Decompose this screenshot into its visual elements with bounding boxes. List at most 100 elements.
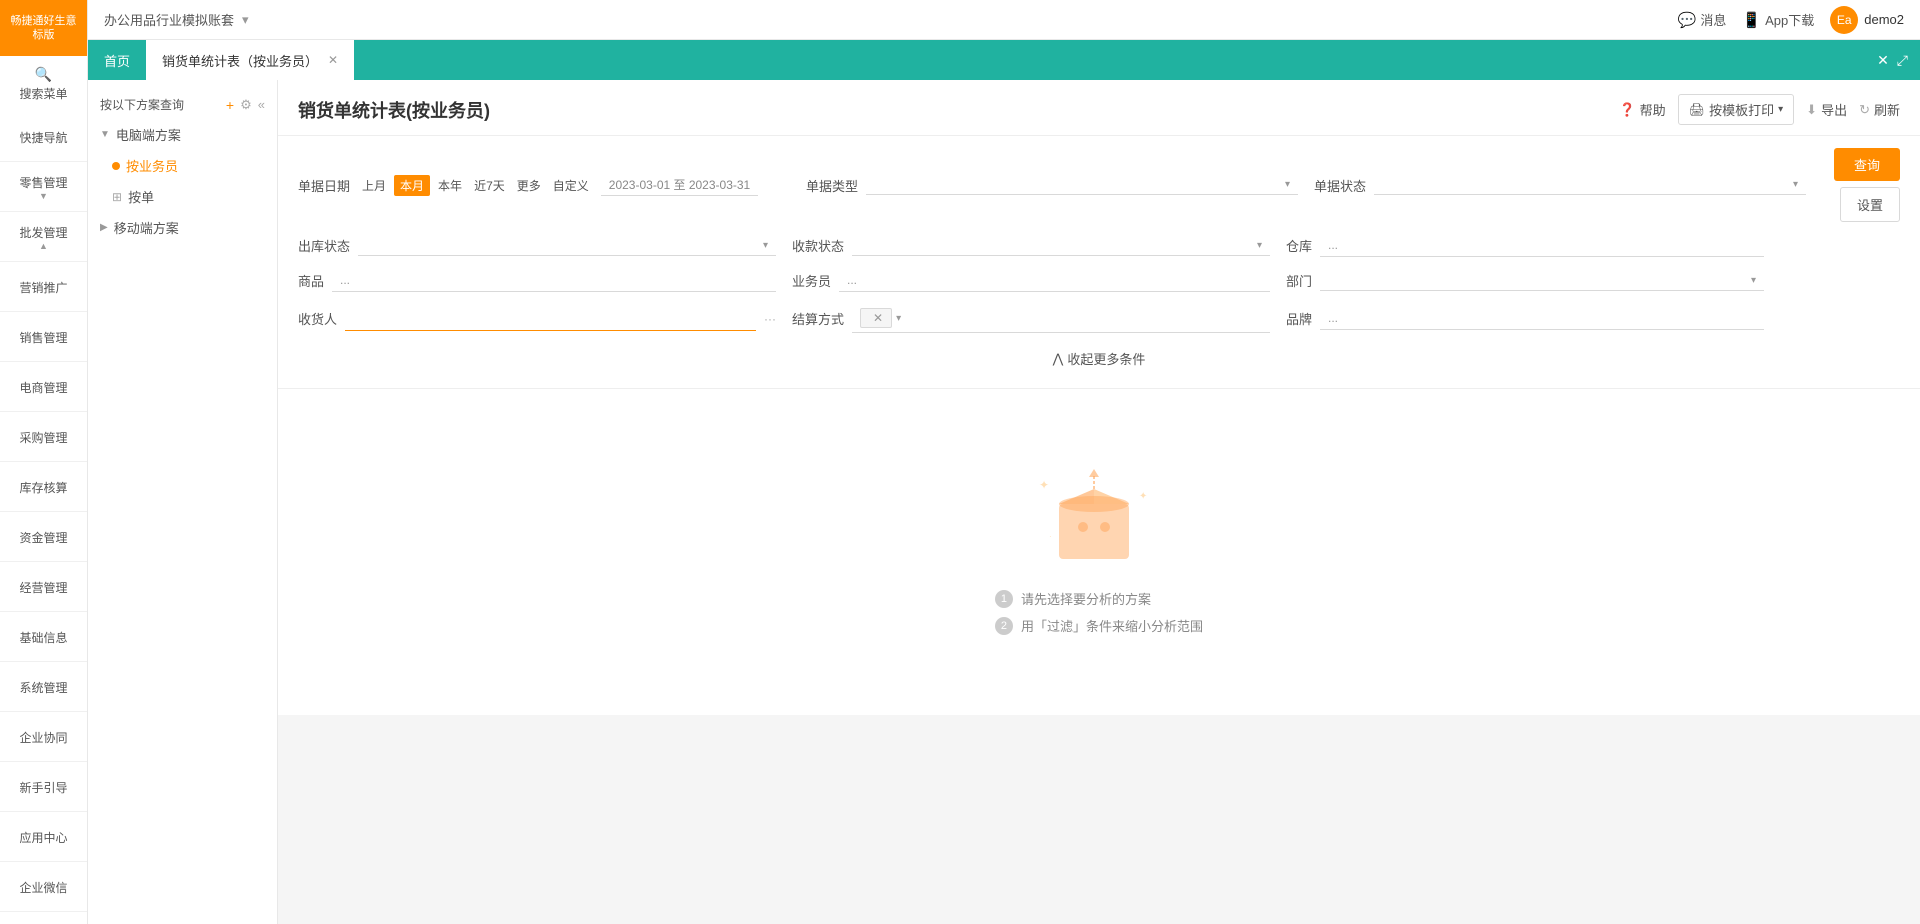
dept-select[interactable]: ▾ [1320, 271, 1764, 291]
recipient-input[interactable] [345, 307, 756, 331]
page-wrapper: 销货单统计表(按业务员) ❓ 帮助 🖨 按模板打印 ▾ ⬇ [278, 80, 1920, 715]
goods-select[interactable]: ... [332, 269, 776, 292]
tab-close-all-icon[interactable]: ✕ [1877, 52, 1889, 69]
sidebar-item-wechat[interactable]: 企业微信 [0, 862, 87, 912]
date-label: 单据日期 [298, 176, 350, 195]
sidebar-item-retail[interactable]: 零售管理 ▼ [0, 162, 87, 212]
main-area: 办公用品行业模拟账套 ▾ 💬 消息 📱 App下载 Ea demo2 首页 [88, 0, 1920, 924]
sidebar-wechat-label: 企业微信 [19, 879, 67, 896]
collapse-more-button[interactable]: ⋀ 收起更多条件 [1045, 341, 1154, 376]
logo-text: 畅捷通好生意 标版 [11, 14, 77, 43]
empty-hint-2: 2 用「过滤」条件来缩小分析范围 [995, 616, 1203, 635]
refresh-icon: ↻ [1859, 102, 1870, 118]
settings-scheme-icon[interactable]: ⚙ [240, 97, 252, 113]
sidebar-nav: 🔍 搜索菜单 快捷导航 零售管理 ▼ 批发管理 ▲ 营销推广 销售管理 电商管理… [0, 56, 87, 924]
warehouse-select[interactable]: ... [1320, 234, 1764, 257]
ship-select[interactable]: ▾ [358, 236, 776, 256]
print-label: 按模板打印 [1709, 100, 1774, 119]
settlement-tag: ✕ [860, 308, 892, 328]
settings-button[interactable]: 设置 [1840, 187, 1900, 222]
collapse-panel-icon[interactable]: « [258, 97, 265, 112]
tab-home[interactable]: 首页 [88, 40, 146, 80]
doctype-select[interactable]: ▾ [866, 175, 1298, 195]
payment-dropdown-icon: ▾ [1257, 240, 1262, 251]
filter-area: 单据日期 上月 本月 本年 近7天 更多 自定义 2023-03-01 至 20… [278, 136, 1920, 389]
tree-child-document[interactable]: ⊞ 按单 [88, 181, 277, 212]
sidebar-item-enterprise[interactable]: 企业协同 [0, 712, 87, 762]
query-btn-area: 查询 设置 [1822, 148, 1900, 222]
date-tab-this-year[interactable]: 本年 [434, 175, 466, 196]
date-tabs-group: 上月 本月 本年 近7天 更多 自定义 [358, 175, 593, 196]
hint1-num: 1 [995, 590, 1013, 608]
topbar-left: 办公用品行业模拟账套 ▾ [104, 10, 249, 29]
settlement-select[interactable]: ✕ ▾ [852, 304, 1270, 333]
tab-sales-stats-label: 销货单统计表（按业务员） [162, 51, 318, 70]
sidebar-item-newbie[interactable]: 新手引导 [0, 762, 87, 812]
sidebar-item-wholesale[interactable]: 批发管理 ▲ [0, 212, 87, 262]
export-button[interactable]: ⬇ 导出 [1806, 100, 1847, 119]
sidebar-item-quick-nav[interactable]: 快捷导航 [0, 112, 87, 162]
tree-child-salesman[interactable]: 按业务员 [88, 150, 277, 181]
user-avatar: Ea [1830, 6, 1858, 34]
logo-area[interactable]: 畅捷通好生意 标版 [0, 0, 87, 56]
sidebar-item-member[interactable]: 畅会员 [0, 912, 87, 924]
user-area[interactable]: Ea demo2 [1830, 6, 1904, 34]
add-scheme-icon[interactable]: + [226, 97, 234, 113]
message-button[interactable]: 💬 消息 [1678, 10, 1727, 29]
sidebar-item-marketing[interactable]: 营销推广 [0, 262, 87, 312]
refresh-button[interactable]: ↻ 刷新 [1859, 100, 1900, 119]
sidebar-item-basic[interactable]: 基础信息 [0, 612, 87, 662]
date-tab-7-days[interactable]: 近7天 [470, 175, 509, 196]
sidebar-item-stock[interactable]: 库存核算 [0, 462, 87, 512]
sidebar-item-ecommerce[interactable]: 电商管理 [0, 362, 87, 412]
template-print-button[interactable]: 🖨 按模板打印 ▾ [1678, 94, 1795, 125]
tab-maximize-icon[interactable]: ⤢ [1897, 52, 1908, 69]
page-header: 销货单统计表(按业务员) ❓ 帮助 🖨 按模板打印 ▾ ⬇ [278, 80, 1920, 136]
sidebar-item-purchase[interactable]: 采购管理 [0, 412, 87, 462]
filter-brand-group: 品牌 ... [1286, 307, 1764, 330]
company-dropdown-arrow-icon[interactable]: ▾ [242, 12, 249, 28]
salesman-select[interactable]: ... [839, 269, 1270, 292]
tree-node-desktop[interactable]: ▼ 电脑端方案 [88, 119, 277, 150]
date-tab-custom[interactable]: 自定义 [549, 175, 593, 196]
sidebar-stock-label: 库存核算 [19, 479, 67, 496]
tab-sales-stats[interactable]: 销货单统计表（按业务员） ✕ [146, 40, 354, 80]
sidebar-item-apps[interactable]: 应用中心 [0, 812, 87, 862]
svg-text:·: · [1049, 532, 1052, 541]
query-button[interactable]: 查询 [1834, 148, 1900, 181]
collapse-label: 收起更多条件 [1067, 349, 1145, 368]
sidebar-item-operation[interactable]: 经营管理 [0, 562, 87, 612]
settlement-tag-close-icon[interactable]: ✕ [873, 311, 883, 325]
wholesale-arrow-icon: ▲ [39, 241, 48, 251]
sidebar-item-system[interactable]: 系统管理 [0, 662, 87, 712]
sidebar-item-finance[interactable]: 资金管理 [0, 512, 87, 562]
date-range-value[interactable]: 2023-03-01 至 2023-03-31 [601, 174, 758, 196]
filter-ship-group: 出库状态 ▾ [298, 236, 776, 256]
page-title: 销货单统计表(按业务员) [298, 97, 490, 123]
sidebar-system-label: 系统管理 [19, 679, 67, 696]
brand-more-icon: ... [1328, 311, 1338, 325]
app-download-button[interactable]: 📱 App下载 [1742, 10, 1814, 29]
tree-node-mobile[interactable]: ▶ 移动端方案 [88, 212, 277, 243]
recipient-more-icon[interactable]: ··· [764, 312, 776, 326]
payment-label: 收款状态 [792, 236, 844, 255]
content-area: 按以下方案查询 + ⚙ « ▼ 电脑端方案 按业务员 ⊞ 按单 [88, 80, 1920, 924]
active-dot-icon [112, 162, 120, 170]
empty-svg: ✦ ✦ · [1039, 469, 1159, 569]
docstatus-select[interactable]: ▾ [1374, 175, 1806, 195]
ship-dropdown-icon: ▾ [763, 240, 768, 251]
sidebar-item-sales[interactable]: 销售管理 [0, 312, 87, 362]
brand-select[interactable]: ... [1320, 307, 1764, 330]
tree-salesman-label: 按业务员 [126, 156, 178, 175]
help-button[interactable]: ❓ 帮助 [1619, 100, 1665, 119]
date-tab-more[interactable]: 更多 [513, 175, 545, 196]
date-tab-last-month[interactable]: 上月 [358, 175, 390, 196]
sidebar-basic-label: 基础信息 [19, 629, 67, 646]
date-tab-this-month[interactable]: 本月 [394, 175, 430, 196]
tab-close-icon[interactable]: ✕ [328, 53, 338, 67]
payment-select[interactable]: ▾ [852, 236, 1270, 256]
filter-salesman-group: 业务员 ... [792, 269, 1270, 292]
retail-arrow-icon: ▼ [39, 191, 48, 201]
sidebar-item-search[interactable]: 🔍 搜索菜单 [0, 56, 87, 112]
export-icon: ⬇ [1806, 102, 1817, 118]
